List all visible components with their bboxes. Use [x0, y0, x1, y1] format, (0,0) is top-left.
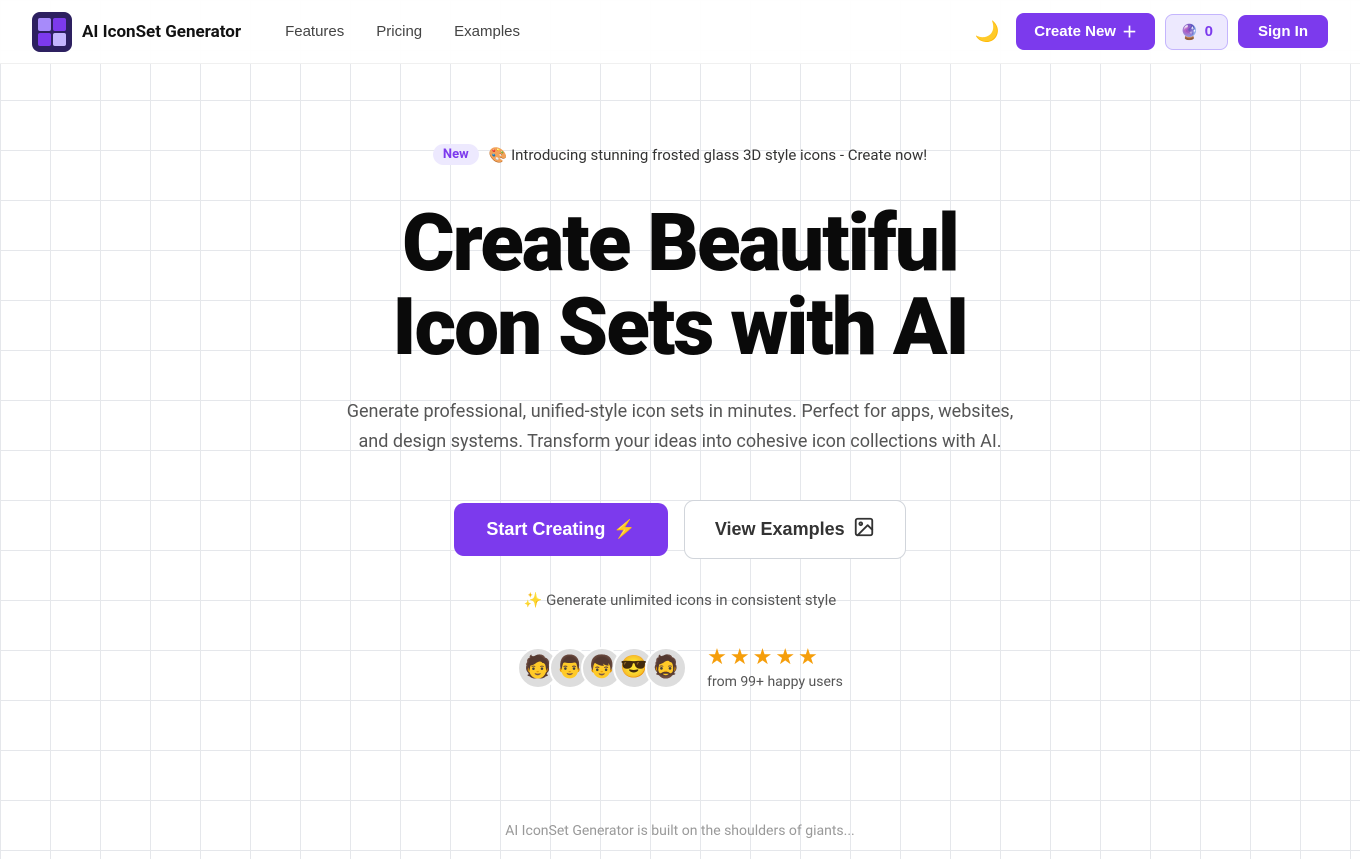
rating-block: ★ ★ ★ ★ ★ from 99+ happy users	[707, 645, 843, 690]
star-1: ★	[707, 645, 727, 670]
lightning-icon: ⚡	[613, 519, 635, 540]
credits-count: 0	[1205, 23, 1213, 40]
hero-title-line2: Icon Sets with AI	[392, 280, 967, 374]
view-examples-button[interactable]: View Examples	[684, 500, 906, 559]
avatar: 🧔	[645, 647, 687, 689]
signin-button[interactable]: Sign In	[1238, 15, 1328, 48]
social-proof: 🧑 👨 👦 😎 🧔 ★ ★ ★ ★ ★ from 99+ happy users	[517, 645, 843, 690]
new-badge: New	[433, 144, 479, 165]
star-4: ★	[775, 645, 795, 670]
navbar: AI IconSet Generator Features Pricing Ex…	[0, 0, 1360, 64]
start-creating-button[interactable]: Start Creating ⚡	[454, 503, 667, 556]
footer-text: AI IconSet Generator is built on the sho…	[505, 823, 854, 839]
credits-icon: 🔮	[1180, 23, 1199, 41]
nav-right: 🌙 Create New ＋ 🔮 0 Sign In	[968, 13, 1328, 51]
logo-text: AI IconSet Generator	[82, 22, 241, 42]
logo[interactable]: AI IconSet Generator	[32, 12, 241, 52]
nav-features[interactable]: Features	[273, 17, 356, 46]
gallery-icon	[853, 516, 875, 543]
nav-pricing[interactable]: Pricing	[364, 17, 434, 46]
create-new-label: Create New	[1034, 23, 1116, 40]
star-rating: ★ ★ ★ ★ ★	[707, 645, 843, 670]
badge-text: 🎨 Introducing stunning frosted glass 3D …	[489, 146, 927, 164]
logo-icon	[32, 12, 72, 52]
hero-title-line1: Create Beautiful	[402, 196, 958, 290]
start-creating-label: Start Creating	[486, 519, 605, 540]
create-new-button[interactable]: Create New ＋	[1016, 13, 1155, 50]
plus-icon: ＋	[1122, 21, 1137, 42]
moon-icon: 🌙	[975, 19, 1000, 44]
credits-button[interactable]: 🔮 0	[1165, 14, 1228, 50]
star-5: ★	[798, 645, 818, 670]
hero-title: Create Beautiful Icon Sets with AI	[392, 201, 967, 369]
dark-mode-toggle[interactable]: 🌙	[968, 13, 1006, 51]
avatar-group: 🧑 👨 👦 😎 🧔	[517, 647, 687, 689]
rating-text: from 99+ happy users	[707, 674, 843, 690]
star-2: ★	[730, 645, 750, 670]
view-examples-label: View Examples	[715, 519, 845, 540]
star-3: ★	[753, 645, 773, 670]
announcement-badge[interactable]: New 🎨 Introducing stunning frosted glass…	[433, 144, 927, 165]
nav-links: Features Pricing Examples	[273, 17, 532, 46]
nav-examples[interactable]: Examples	[442, 17, 532, 46]
cta-buttons: Start Creating ⚡ View Examples	[454, 500, 905, 559]
main-content: New 🎨 Introducing stunning frosted glass…	[0, 64, 1360, 859]
sparkle-text: ✨ Generate unlimited icons in consistent…	[524, 591, 836, 609]
hero-subtitle: Generate professional, unified-style ico…	[340, 397, 1020, 456]
nav-left: AI IconSet Generator Features Pricing Ex…	[32, 12, 532, 52]
